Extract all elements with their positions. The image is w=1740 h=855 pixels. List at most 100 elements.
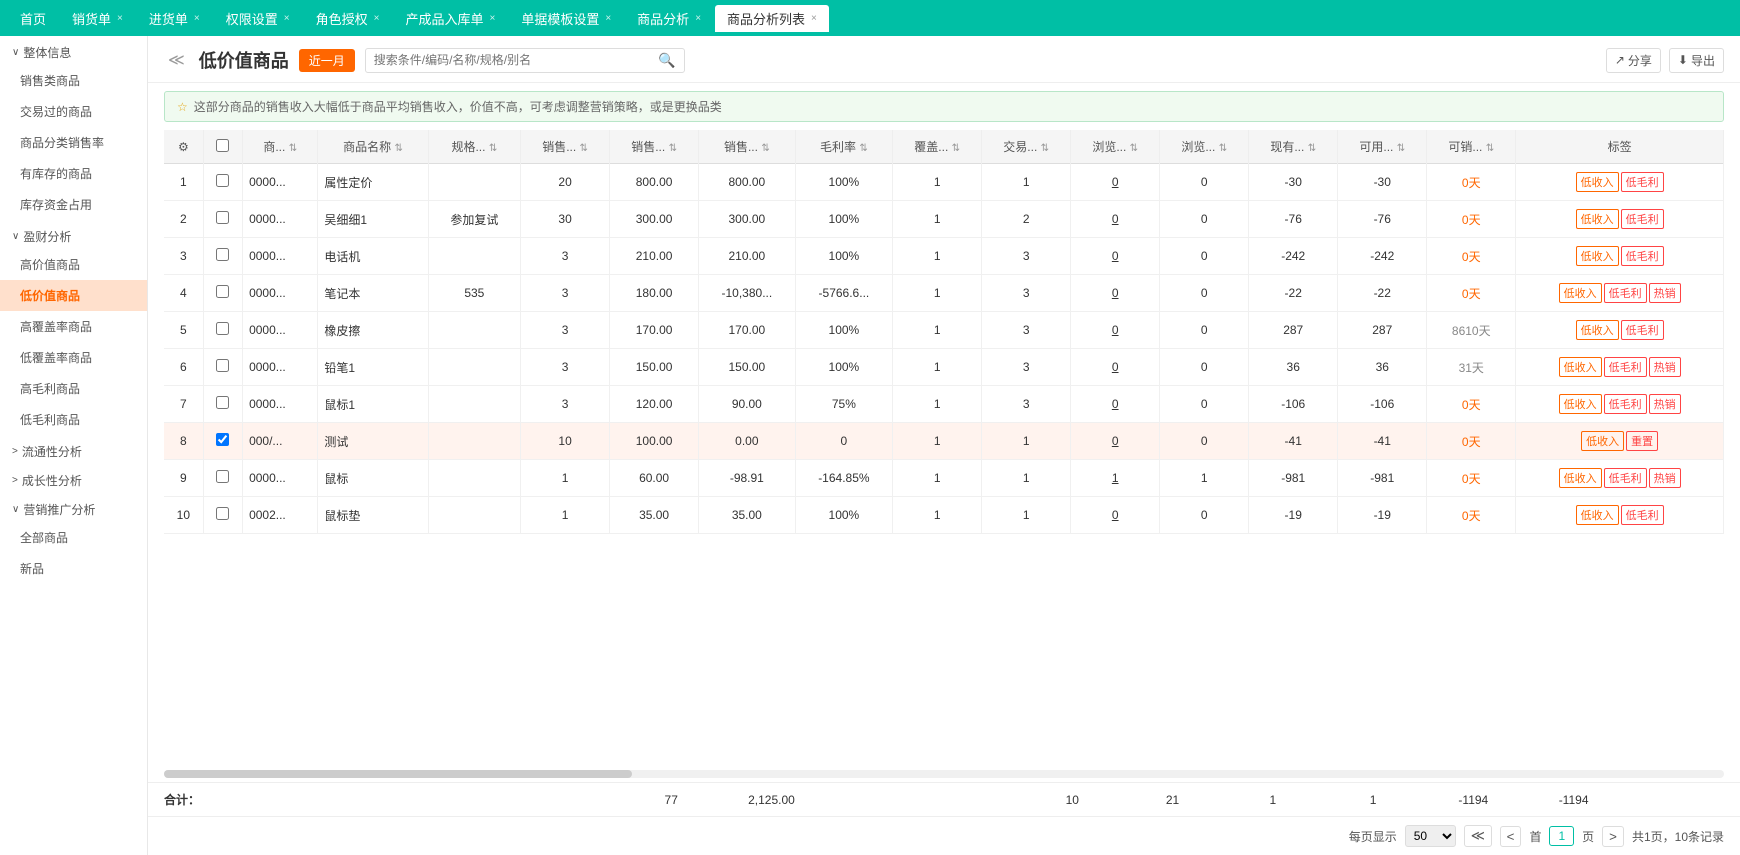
cell-check[interactable]	[203, 312, 242, 349]
row-checkbox[interactable]	[216, 507, 229, 520]
cell-check[interactable]	[203, 164, 242, 201]
row-checkbox[interactable]	[216, 470, 229, 483]
sidebar-group-growth[interactable]: > 成长性分析	[0, 464, 147, 493]
cell-check[interactable]	[203, 460, 242, 497]
cell-browse1[interactable]: 0	[1071, 164, 1160, 201]
nav-item-permissions[interactable]: 权限设置 ×	[214, 5, 302, 32]
cell-name[interactable]: 测试	[318, 423, 428, 460]
cell-name[interactable]: 鼠标垫	[318, 497, 428, 534]
horizontal-scrollbar[interactable]	[164, 770, 1724, 778]
cell-check[interactable]	[203, 201, 242, 238]
nav-item-sales[interactable]: 销货单 ×	[60, 5, 135, 32]
filter-button[interactable]: 近一月	[299, 49, 355, 72]
sidebar-item-low-coverage[interactable]: 低覆盖率商品	[0, 342, 147, 373]
sidebar-group-liquidity[interactable]: > 流通性分析	[0, 435, 147, 464]
cell-browse1[interactable]: 0	[1071, 275, 1160, 312]
cell-name[interactable]: 铅笔1	[318, 349, 428, 386]
browse-link[interactable]: 0	[1112, 360, 1119, 374]
row-checkbox[interactable]	[216, 322, 229, 335]
row-checkbox[interactable]	[216, 285, 229, 298]
sidebar-item-stock-goods[interactable]: 有库存的商品	[0, 158, 147, 189]
sidebar-item-high-value[interactable]: 高价值商品	[0, 249, 147, 280]
close-icon[interactable]: ×	[811, 13, 817, 24]
cell-browse1[interactable]: 0	[1071, 238, 1160, 275]
select-all-checkbox[interactable]	[216, 139, 229, 152]
close-icon[interactable]: ×	[695, 13, 701, 24]
cell-check[interactable]	[203, 275, 242, 312]
browse-link[interactable]: 0	[1112, 397, 1119, 411]
search-input[interactable]	[374, 53, 655, 67]
cell-name[interactable]: 鼠标	[318, 460, 428, 497]
cell-browse1[interactable]: 0	[1071, 201, 1160, 238]
sidebar-item-category-rate[interactable]: 商品分类销售率	[0, 127, 147, 158]
cell-browse1[interactable]: 0	[1071, 349, 1160, 386]
browse-link[interactable]: 0	[1112, 212, 1119, 226]
browse-link[interactable]: 0	[1112, 286, 1119, 300]
sidebar-item-high-margin[interactable]: 高毛利商品	[0, 373, 147, 404]
cell-check[interactable]	[203, 497, 242, 534]
sort-icon[interactable]: ⇅	[580, 143, 588, 154]
sidebar-collapse-button[interactable]: ≪	[164, 46, 189, 74]
cell-name[interactable]: 吴细细1	[318, 201, 428, 238]
sort-icon[interactable]: ⇅	[489, 143, 497, 154]
cell-check[interactable]	[203, 238, 242, 275]
cell-name[interactable]: 鼠标1	[318, 386, 428, 423]
cell-check[interactable]	[203, 423, 242, 460]
close-icon[interactable]: ×	[194, 13, 200, 24]
browse-link[interactable]: 0	[1112, 249, 1119, 263]
cell-name[interactable]: 电话机	[318, 238, 428, 275]
cell-check[interactable]	[203, 349, 242, 386]
sidebar-group-profit[interactable]: ∨ 盈财分析	[0, 220, 147, 249]
sidebar-item-high-coverage[interactable]: 高覆盖率商品	[0, 311, 147, 342]
cell-name[interactable]: 属性定价	[318, 164, 428, 201]
sort-icon[interactable]: ⇅	[761, 143, 769, 154]
sidebar-item-all-goods[interactable]: 全部商品	[0, 522, 147, 553]
cell-check[interactable]	[203, 386, 242, 423]
share-button[interactable]: ↗ 分享	[1606, 48, 1661, 73]
browse-link[interactable]: 0	[1112, 175, 1119, 189]
sort-icon[interactable]: ⇅	[1041, 143, 1049, 154]
first-page-button[interactable]: ≪	[1464, 825, 1492, 847]
sidebar-item-low-margin[interactable]: 低毛利商品	[0, 404, 147, 435]
cell-browse1[interactable]: 0	[1071, 386, 1160, 423]
sort-icon[interactable]: ⇅	[952, 143, 960, 154]
row-checkbox[interactable]	[216, 174, 229, 187]
sort-icon[interactable]: ⇅	[1486, 143, 1494, 154]
sort-icon[interactable]: ⇅	[669, 143, 677, 154]
browse-link[interactable]: 0	[1112, 434, 1119, 448]
sort-icon[interactable]: ⇅	[1130, 143, 1138, 154]
sort-icon[interactable]: ⇅	[859, 143, 867, 154]
cell-name[interactable]: 笔记本	[318, 275, 428, 312]
row-checkbox[interactable]	[216, 359, 229, 372]
nav-item-product-stock[interactable]: 产成品入库单 ×	[393, 5, 507, 32]
browse-link[interactable]: 0	[1112, 323, 1119, 337]
close-icon[interactable]: ×	[117, 13, 123, 24]
cell-name[interactable]: 橡皮擦	[318, 312, 428, 349]
sort-icon[interactable]: ⇅	[394, 143, 402, 154]
scrollbar-thumb[interactable]	[164, 770, 632, 778]
close-icon[interactable]: ×	[605, 13, 611, 24]
per-page-select[interactable]: 50 100 200	[1405, 825, 1456, 847]
sort-icon[interactable]: ⇅	[1397, 143, 1405, 154]
browse-link[interactable]: 0	[1112, 508, 1119, 522]
sort-icon[interactable]: ⇅	[289, 143, 297, 154]
row-checkbox[interactable]	[216, 248, 229, 261]
cell-browse1[interactable]: 1	[1071, 460, 1160, 497]
browse-link[interactable]: 1	[1112, 471, 1119, 485]
sort-icon[interactable]: ⇅	[1308, 143, 1316, 154]
row-checkbox[interactable]	[216, 433, 229, 446]
sidebar-item-stock-funds[interactable]: 库存资金占用	[0, 189, 147, 220]
sort-icon[interactable]: ⇅	[1219, 143, 1227, 154]
sidebar-group-overall[interactable]: ∨ 整体信息	[0, 36, 147, 65]
sidebar-item-sales-goods[interactable]: 销售类商品	[0, 65, 147, 96]
sidebar-item-traded-goods[interactable]: 交易过的商品	[0, 96, 147, 127]
next-page-button[interactable]: >	[1602, 826, 1624, 847]
export-button[interactable]: ⬇ 导出	[1669, 48, 1724, 73]
row-checkbox[interactable]	[216, 211, 229, 224]
row-checkbox[interactable]	[216, 396, 229, 409]
cell-browse1[interactable]: 0	[1071, 423, 1160, 460]
th-settings[interactable]: ⚙	[164, 130, 203, 164]
th-check[interactable]	[203, 130, 242, 164]
nav-item-roles[interactable]: 角色授权 ×	[304, 5, 392, 32]
sidebar-item-low-value[interactable]: 低价值商品	[0, 280, 147, 311]
